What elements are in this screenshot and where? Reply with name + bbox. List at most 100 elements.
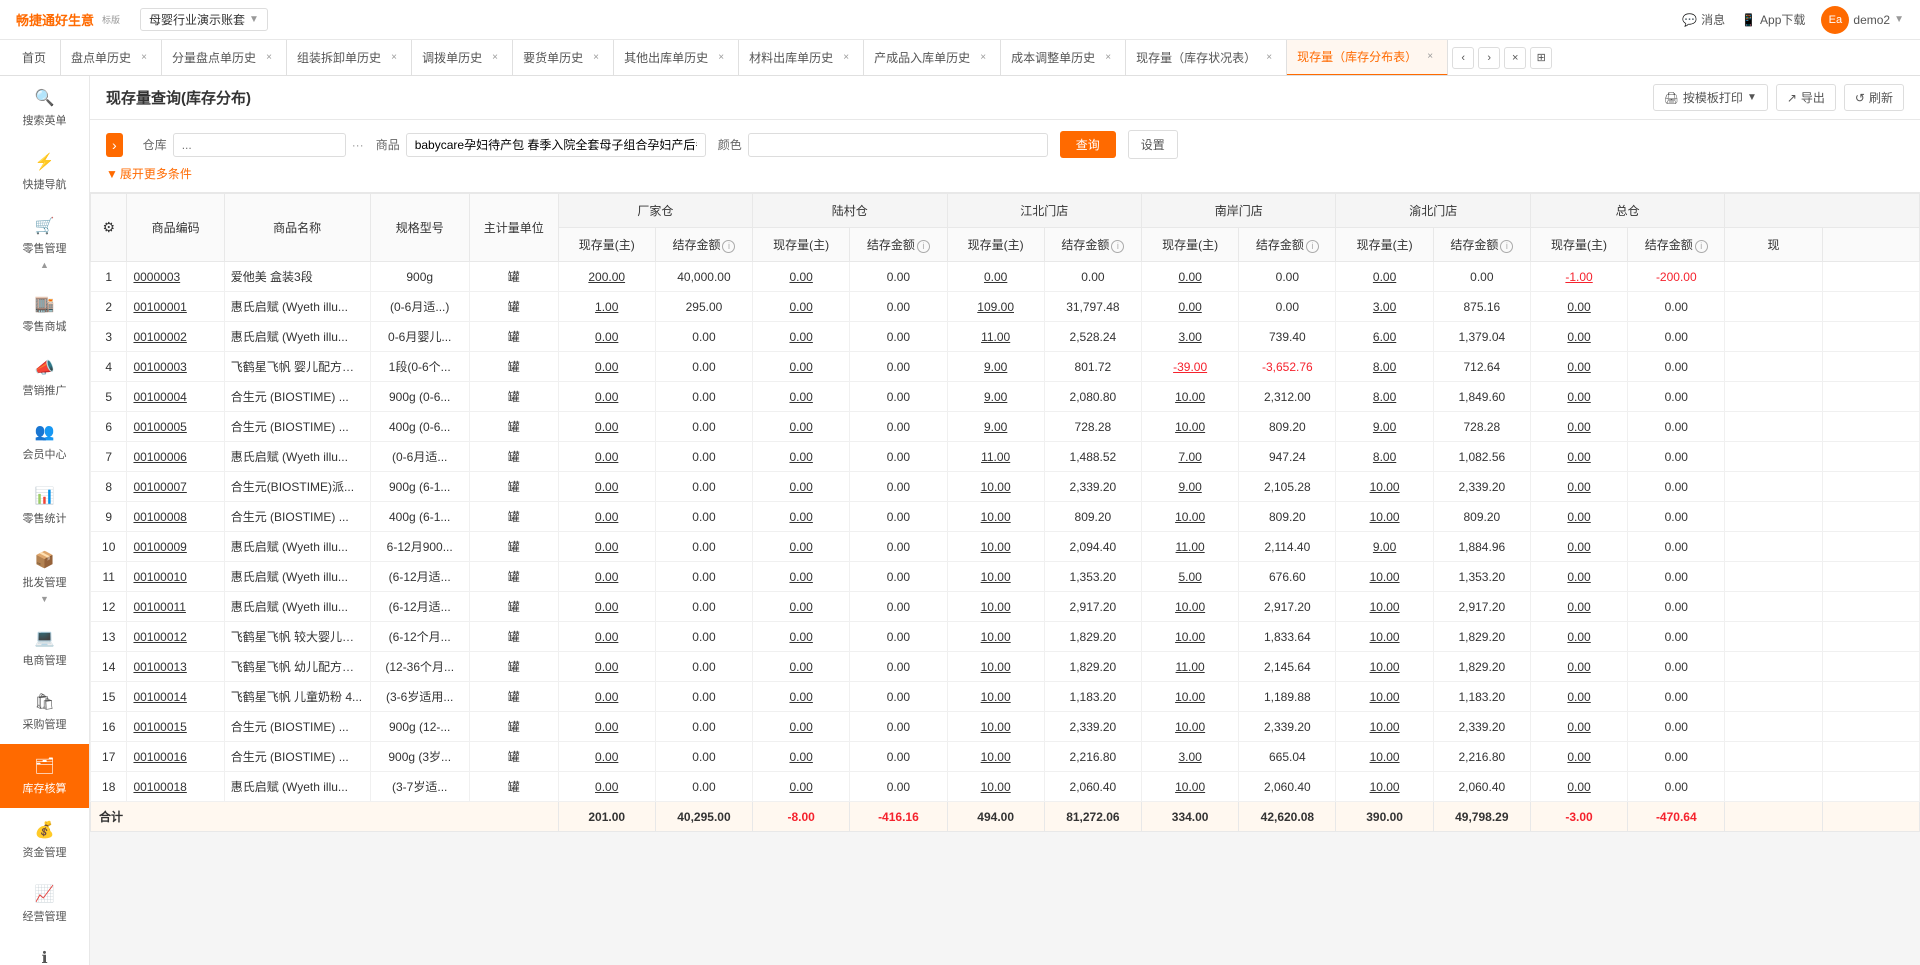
tab-purchase-order-close[interactable]: × <box>589 51 603 65</box>
tab-material-out-close[interactable]: × <box>839 51 853 65</box>
tab-inventory-split-close[interactable]: × <box>262 51 276 65</box>
factory-qty-link[interactable]: 0.00 <box>595 540 618 554</box>
factory-qty-link[interactable]: 0.00 <box>595 720 618 734</box>
lucun-qty-link[interactable]: 0.00 <box>790 450 813 464</box>
jiangbei-qty-link[interactable]: 10.00 <box>981 540 1011 554</box>
yubei-qty-link[interactable]: 10.00 <box>1370 780 1400 794</box>
jiangbei-qty-link[interactable]: 11.00 <box>981 450 1010 464</box>
color-input[interactable] <box>748 133 1048 157</box>
jiangbei-qty-link[interactable]: 9.00 <box>984 420 1007 434</box>
yubei-qty-link[interactable]: 10.00 <box>1370 600 1400 614</box>
jiangbei-amt-info-icon[interactable]: i <box>1111 240 1124 253</box>
lucun-qty-link[interactable]: 0.00 <box>790 690 813 704</box>
tab-other-out[interactable]: 其他出库单历史 × <box>614 40 739 76</box>
total-qty-link[interactable]: -1.00 <box>1565 270 1592 284</box>
total-qty-link[interactable]: 0.00 <box>1567 330 1590 344</box>
yubei-qty-link[interactable]: 10.00 <box>1370 510 1400 524</box>
nanan-qty-link[interactable]: -39.00 <box>1173 360 1207 374</box>
code-link[interactable]: 00100004 <box>133 390 186 404</box>
sidebar-item-finance[interactable]: 💰 资金管理 <box>0 808 89 872</box>
total-qty-link[interactable]: 0.00 <box>1567 510 1590 524</box>
jiangbei-qty-link[interactable]: 10.00 <box>981 480 1011 494</box>
lucun-qty-link[interactable]: 0.00 <box>790 600 813 614</box>
sidebar-item-basic[interactable]: ℹ 基础信息 <box>0 936 89 965</box>
lucun-amt-info-icon[interactable]: i <box>917 240 930 253</box>
tab-stock-status[interactable]: 现存量（库存状况表） × <box>1126 40 1287 76</box>
query-btn[interactable]: 查询 <box>1060 131 1116 158</box>
jiangbei-qty-link[interactable]: 109.00 <box>977 300 1014 314</box>
lucun-qty-link[interactable]: 0.00 <box>790 780 813 794</box>
code-link[interactable]: 00100015 <box>133 720 186 734</box>
total-qty-link[interactable]: 0.00 <box>1567 540 1590 554</box>
jiangbei-qty-link[interactable]: 10.00 <box>981 600 1011 614</box>
yubei-qty-link[interactable]: 3.00 <box>1373 300 1396 314</box>
sidebar-item-ecommerce[interactable]: 💻 电商管理 <box>0 616 89 680</box>
factory-qty-link[interactable]: 0.00 <box>595 570 618 584</box>
factory-qty-link[interactable]: 0.00 <box>595 390 618 404</box>
factory-qty-link[interactable]: 0.00 <box>595 420 618 434</box>
nanan-qty-link[interactable]: 5.00 <box>1178 570 1201 584</box>
factory-qty-link[interactable]: 1.00 <box>595 300 618 314</box>
nanan-qty-link[interactable]: 10.00 <box>1175 390 1205 404</box>
tab-stock-dist[interactable]: 现存量（库存分布表） × <box>1287 40 1448 76</box>
nanan-qty-link[interactable]: 10.00 <box>1175 510 1205 524</box>
code-link[interactable]: 00100016 <box>133 750 186 764</box>
sidebar-item-marketing[interactable]: 📣 营销推广 <box>0 346 89 410</box>
expand-collapse-btn[interactable]: › <box>106 133 123 157</box>
tab-next-btn[interactable]: › <box>1478 47 1500 69</box>
jiangbei-qty-link[interactable]: 10.00 <box>981 780 1011 794</box>
refresh-btn[interactable]: ↺ 刷新 <box>1844 84 1904 111</box>
sidebar-item-operation[interactable]: 📈 经营管理 <box>0 872 89 936</box>
nanan-qty-link[interactable]: 3.00 <box>1178 330 1201 344</box>
factory-qty-link[interactable]: 0.00 <box>595 330 618 344</box>
code-link[interactable]: 00100006 <box>133 450 186 464</box>
code-link[interactable]: 00100005 <box>133 420 186 434</box>
jiangbei-qty-link[interactable]: 9.00 <box>984 360 1007 374</box>
jiangbei-qty-link[interactable]: 0.00 <box>984 270 1007 284</box>
jiangbei-qty-link[interactable]: 9.00 <box>984 390 1007 404</box>
nanan-qty-link[interactable]: 9.00 <box>1178 480 1201 494</box>
tab-group-disassemble[interactable]: 组装拆卸单历史 × <box>287 40 412 76</box>
nanan-qty-link[interactable]: 3.00 <box>1178 750 1201 764</box>
sidebar-item-member[interactable]: 👥 会员中心 <box>0 410 89 474</box>
factory-qty-link[interactable]: 0.00 <box>595 480 618 494</box>
sidebar-item-quick-nav[interactable]: ⚡ 快捷导航 <box>0 140 89 204</box>
total-qty-link[interactable]: 0.00 <box>1567 450 1590 464</box>
total-qty-link[interactable]: 0.00 <box>1567 720 1590 734</box>
factory-qty-link[interactable]: 0.00 <box>595 600 618 614</box>
product-input[interactable] <box>406 133 706 157</box>
total-qty-link[interactable]: 0.00 <box>1567 420 1590 434</box>
tab-transfer[interactable]: 调拨单历史 × <box>412 40 513 76</box>
factory-qty-link[interactable]: 0.00 <box>595 780 618 794</box>
factory-qty-link[interactable]: 0.00 <box>595 630 618 644</box>
warehouse-more-icon[interactable]: ··· <box>352 138 364 152</box>
total-qty-link[interactable]: 0.00 <box>1567 780 1590 794</box>
total-qty-link[interactable]: 0.00 <box>1567 360 1590 374</box>
sidebar-item-stock[interactable]: 🗂 库存核算 <box>0 744 89 808</box>
tab-expand-btn[interactable]: ⊞ <box>1530 47 1552 69</box>
total-qty-link[interactable]: 0.00 <box>1567 570 1590 584</box>
code-link[interactable]: 0000003 <box>133 270 180 284</box>
factory-qty-link[interactable]: 0.00 <box>595 690 618 704</box>
factory-qty-link[interactable]: 0.00 <box>595 510 618 524</box>
export-btn[interactable]: ↗ 导出 <box>1776 84 1836 111</box>
lucun-qty-link[interactable]: 0.00 <box>790 300 813 314</box>
yubei-qty-link[interactable]: 10.00 <box>1370 630 1400 644</box>
tab-transfer-close[interactable]: × <box>488 51 502 65</box>
tab-group-disassemble-close[interactable]: × <box>387 51 401 65</box>
yubei-qty-link[interactable]: 8.00 <box>1373 360 1396 374</box>
lucun-qty-link[interactable]: 0.00 <box>790 270 813 284</box>
lucun-qty-link[interactable]: 0.00 <box>790 510 813 524</box>
user-area[interactable]: Ea demo2 ▼ <box>1821 6 1904 34</box>
nanan-qty-link[interactable]: 10.00 <box>1175 690 1205 704</box>
tab-inventory-single[interactable]: 盘点单历史 × <box>61 40 162 76</box>
total-qty-link[interactable]: 0.00 <box>1567 300 1590 314</box>
nanan-qty-link[interactable]: 10.00 <box>1175 630 1205 644</box>
total-qty-link[interactable]: 0.00 <box>1567 750 1590 764</box>
yubei-qty-link[interactable]: 9.00 <box>1373 420 1396 434</box>
tab-home[interactable]: 首页 <box>8 40 61 76</box>
tab-close-all-btn[interactable]: × <box>1504 47 1526 69</box>
jiangbei-qty-link[interactable]: 10.00 <box>981 570 1011 584</box>
lucun-qty-link[interactable]: 0.00 <box>790 540 813 554</box>
code-link[interactable]: 00100007 <box>133 480 186 494</box>
